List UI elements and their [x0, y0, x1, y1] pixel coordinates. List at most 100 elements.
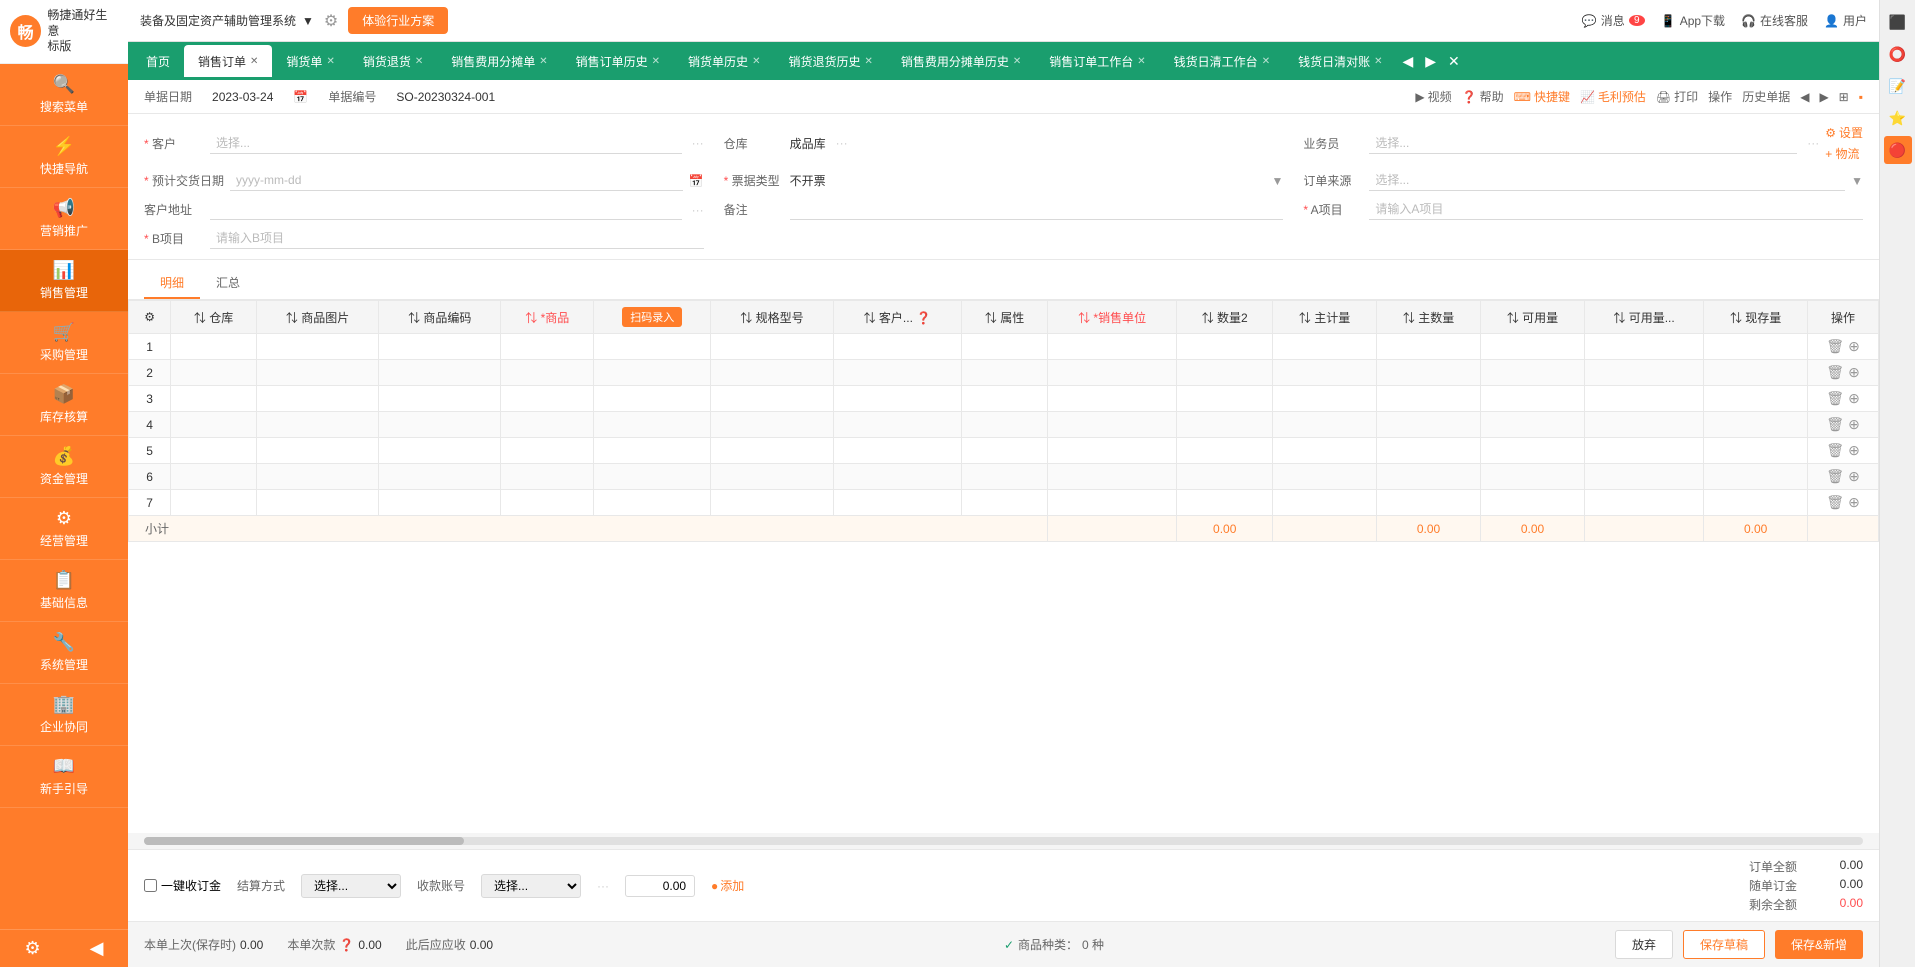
tab-close-icon[interactable]: ✕	[864, 56, 872, 67]
tab-summary[interactable]: 汇总	[200, 268, 256, 299]
row-main-unit[interactable]	[1273, 386, 1377, 412]
row-main-qty[interactable]	[1377, 464, 1481, 490]
th-attribute[interactable]: ⇅ 属性	[962, 301, 1048, 334]
tab-close-icon[interactable]: ✕	[250, 56, 258, 67]
row-scan[interactable]	[594, 360, 711, 386]
tab-sales-invoice[interactable]: 销货单 ✕	[272, 45, 348, 77]
row-main-unit[interactable]	[1273, 412, 1377, 438]
row-product-image[interactable]	[256, 412, 378, 438]
copy-row-icon[interactable]: ⊕	[1848, 416, 1860, 433]
row-product-image[interactable]	[256, 360, 378, 386]
row-product-image[interactable]	[256, 438, 378, 464]
row-available2[interactable]	[1584, 386, 1703, 412]
sidebar-item-operations[interactable]: ⚙ 经营管理	[0, 498, 128, 560]
history-btn[interactable]: 历史单据	[1742, 88, 1790, 105]
one-click-deposit[interactable]: 一键收订金	[144, 877, 221, 894]
tab-cash-reconcile[interactable]: 钱货日清对账 ✕	[1284, 45, 1396, 77]
right-panel-btn-1[interactable]: ⬛	[1884, 8, 1912, 36]
row-warehouse[interactable]	[171, 360, 257, 386]
settings-btn[interactable]: ⚙ 设置	[1825, 124, 1863, 141]
calendar-icon[interactable]: 📅	[689, 174, 704, 188]
row-available[interactable]	[1481, 438, 1585, 464]
row-scan[interactable]	[594, 386, 711, 412]
account-select[interactable]: 选择...	[481, 874, 581, 898]
tab-close-icon[interactable]: ✕	[1137, 56, 1145, 67]
row-customer-code[interactable]	[833, 464, 962, 490]
row-main-unit[interactable]	[1273, 464, 1377, 490]
row-spec[interactable]	[711, 360, 833, 386]
row-product[interactable]	[501, 360, 594, 386]
row-main-qty[interactable]	[1377, 386, 1481, 412]
sidebar-item-inventory[interactable]: 📦 库存核算	[0, 374, 128, 436]
row-qty2[interactable]	[1177, 438, 1273, 464]
row-current-stock[interactable]	[1704, 438, 1808, 464]
row-attribute[interactable]	[962, 386, 1048, 412]
scan-btn[interactable]: 扫码录入	[622, 307, 682, 327]
row-qty2[interactable]	[1177, 334, 1273, 360]
tab-expand-icon[interactable]: ✕	[1442, 53, 1466, 70]
row-actions[interactable]: 🗑 ⊕	[1808, 464, 1879, 490]
row-sales-unit[interactable]	[1047, 490, 1176, 516]
save-new-button[interactable]: 保存&新增	[1775, 930, 1863, 959]
add-button[interactable]: ● 添加	[711, 877, 744, 894]
scroll-indicator[interactable]	[128, 833, 1879, 849]
row-scan[interactable]	[594, 490, 711, 516]
online-service-btn[interactable]: 🎧 在线客服	[1741, 12, 1808, 29]
row-current-stock[interactable]	[1704, 386, 1808, 412]
row-warehouse[interactable]	[171, 490, 257, 516]
row-product-image[interactable]	[256, 490, 378, 516]
app-download-btn[interactable]: 📱 App下载	[1661, 12, 1725, 29]
profit-btn[interactable]: 📈 毛利预估	[1580, 88, 1646, 105]
order-source-dropdown-icon[interactable]: ▼	[1851, 174, 1863, 188]
row-main-qty[interactable]	[1377, 360, 1481, 386]
row-actions[interactable]: 🗑 ⊕	[1808, 490, 1879, 516]
row-main-qty[interactable]	[1377, 490, 1481, 516]
settings-bottom-icon[interactable]: ⚙	[25, 938, 41, 959]
discard-button[interactable]: 放弃	[1615, 930, 1673, 959]
right-panel-btn-4[interactable]: ⭐	[1884, 104, 1912, 132]
row-spec[interactable]	[711, 412, 833, 438]
row-available2[interactable]	[1584, 490, 1703, 516]
row-qty2[interactable]	[1177, 412, 1273, 438]
tab-close-icon[interactable]: ✕	[539, 56, 547, 67]
delete-row-icon[interactable]: 🗑	[1826, 442, 1844, 459]
th-settings[interactable]: ⚙	[129, 301, 171, 334]
row-sales-unit[interactable]	[1047, 334, 1176, 360]
row-sales-unit[interactable]	[1047, 386, 1176, 412]
row-sales-unit[interactable]	[1047, 464, 1176, 490]
tab-home[interactable]: 首页	[132, 45, 184, 77]
row-current-stock[interactable]	[1704, 334, 1808, 360]
chevron-left-icon[interactable]: ◀	[1800, 90, 1809, 104]
row-main-unit[interactable]	[1273, 360, 1377, 386]
row-current-stock[interactable]	[1704, 360, 1808, 386]
row-attribute[interactable]	[962, 438, 1048, 464]
row-product-code[interactable]	[379, 490, 501, 516]
add-product-btn[interactable]: + 物流	[1825, 145, 1863, 162]
calendar-icon[interactable]: 📅	[293, 90, 308, 104]
row-available[interactable]	[1481, 386, 1585, 412]
row-customer-code[interactable]	[833, 490, 962, 516]
row-customer-code[interactable]	[833, 386, 962, 412]
row-current-stock[interactable]	[1704, 412, 1808, 438]
row-product-code[interactable]	[379, 464, 501, 490]
row-attribute[interactable]	[962, 334, 1048, 360]
row-spec[interactable]	[711, 386, 833, 412]
address-input[interactable]	[210, 199, 682, 220]
tab-sales-expense[interactable]: 销售费用分摊单 ✕	[437, 45, 561, 77]
tab-close-icon[interactable]: ✕	[752, 56, 760, 67]
row-available[interactable]	[1481, 334, 1585, 360]
user-btn[interactable]: 👤 用户	[1824, 12, 1867, 29]
row-product-image[interactable]	[256, 464, 378, 490]
sidebar-item-purchase[interactable]: 🛒 采购管理	[0, 312, 128, 374]
row-scan[interactable]	[594, 438, 711, 464]
row-warehouse[interactable]	[171, 386, 257, 412]
right-panel-btn-2[interactable]: ⭕	[1884, 40, 1912, 68]
system-selector[interactable]: 装备及固定资产辅助管理系统 ▼	[140, 12, 314, 29]
sidebar-item-quick[interactable]: ⚡ 快捷导航	[0, 126, 128, 188]
tab-close-icon[interactable]: ✕	[415, 56, 423, 67]
row-main-qty[interactable]	[1377, 438, 1481, 464]
remark-input[interactable]	[790, 199, 1284, 220]
row-scan[interactable]	[594, 412, 711, 438]
payment-method-select[interactable]: 选择...	[301, 874, 401, 898]
scroll-thumb[interactable]	[144, 837, 464, 845]
